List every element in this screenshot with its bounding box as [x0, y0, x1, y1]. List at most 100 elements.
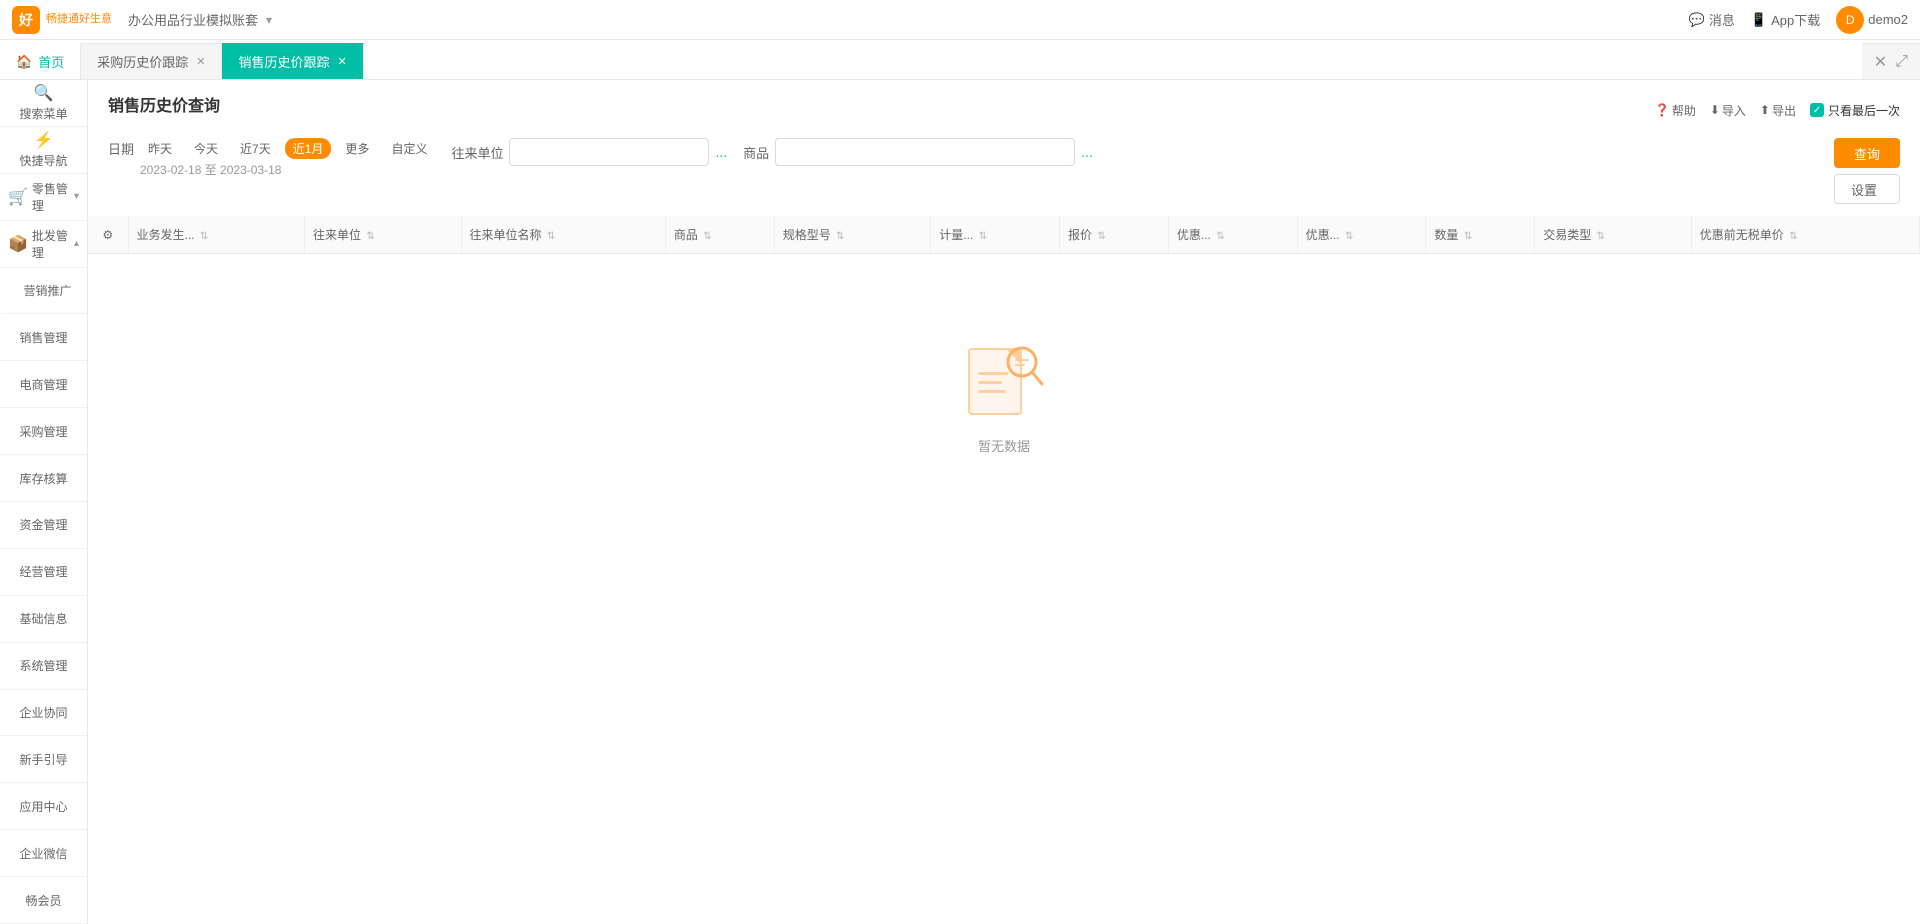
tab-purchase-history[interactable]: 采购历史价跟踪 ✕: [81, 43, 222, 79]
goods-filter-group: 商品 ...: [743, 138, 1093, 166]
th-pre-tax-price[interactable]: 优惠前无税单价 ⇅: [1691, 216, 1919, 254]
date-btn-1month[interactable]: 近1月: [285, 138, 332, 159]
filter-row: 日期 昨天 今天 近7天 近1月 更多 自定义 2023-02-18 至 202…: [108, 138, 1900, 216]
sort-unit-icon: ⇅: [979, 231, 987, 242]
th-quote[interactable]: 报价 ⇅: [1060, 216, 1169, 254]
settings-button[interactable]: 设置: [1834, 174, 1900, 204]
th-discount1[interactable]: 优惠... ⇅: [1168, 216, 1297, 254]
retail-mgmt-icon: 🛒: [8, 187, 28, 207]
close-sales-tab-icon[interactable]: ✕: [337, 55, 346, 68]
empty-illustration: [954, 334, 1054, 424]
sort-quote-icon: ⇅: [1097, 231, 1105, 242]
date-btn-yesterday[interactable]: 昨天: [140, 138, 180, 159]
sidebar-item-marketing[interactable]: 营销推广: [0, 268, 87, 315]
empty-text: 暂无数据: [978, 436, 1030, 455]
sidebar-item-member[interactable]: 畅会员: [0, 877, 87, 924]
data-table: ⚙ 业务发生... ⇅ 往来单位 ⇅ 往来单位名称: [88, 216, 1920, 254]
export-button[interactable]: ⬆ 导出: [1760, 102, 1796, 119]
th-biz-date[interactable]: 业务发生... ⇅: [128, 216, 304, 254]
goods-select-icon[interactable]: ...: [1081, 144, 1093, 160]
export-icon: ⬆: [1760, 103, 1770, 117]
th-partner-code[interactable]: 往来单位 ⇅: [304, 216, 461, 254]
date-btn-today[interactable]: 今天: [186, 138, 226, 159]
settings-icon[interactable]: ⚙: [102, 228, 113, 242]
app-download-button[interactable]: 📱 App下载: [1751, 10, 1820, 29]
tabbar: 🏠 首页 采购历史价跟踪 ✕ 销售历史价跟踪 ✕ ✕ ⤢: [0, 40, 1920, 80]
tab-sales-history[interactable]: 销售历史价跟踪 ✕: [222, 43, 363, 79]
sidebar-item-operations[interactable]: 经营管理: [0, 549, 87, 596]
search-menu-icon: 🔍: [34, 83, 54, 103]
goods-input[interactable]: [775, 138, 1075, 166]
download-icon: 📱: [1751, 12, 1767, 28]
sort-partner-name-icon: ⇅: [547, 231, 555, 242]
date-range-display: 2023-02-18 至 2023-03-18: [108, 161, 435, 178]
page-title: 销售历史价查询: [108, 92, 220, 116]
sidebar-item-wholesale-mgmt[interactable]: 📦 批发管理 ▴: [0, 221, 87, 268]
help-button[interactable]: ❓ 帮助: [1655, 102, 1696, 119]
main-layout: 🔍 搜索菜单 ⚡ 快捷导航 🛒 零售管理 ▾ 📦 批发管理 ▴ 营销推广 销售管…: [0, 80, 1920, 924]
logo-area: 好 畅捷通好生意: [12, 6, 112, 34]
sidebar-item-finance[interactable]: 资金管理: [0, 502, 87, 549]
page-header-actions: ❓ 帮助 ⬇ 导入 ⬆ 导出 ✓ 只看最后一次: [1655, 102, 1900, 119]
sort-discount1-icon: ⇅: [1216, 231, 1224, 242]
sidebar-item-system[interactable]: 系统管理: [0, 643, 87, 690]
date-btn-custom[interactable]: 自定义: [383, 138, 435, 159]
quick-nav-icon: ⚡: [34, 130, 54, 150]
sidebar: 🔍 搜索菜单 ⚡ 快捷导航 🛒 零售管理 ▾ 📦 批发管理 ▴ 营销推广 销售管…: [0, 80, 88, 924]
import-button[interactable]: ⬇ 导入: [1710, 102, 1746, 119]
dropdown-icon[interactable]: ▾: [266, 13, 272, 27]
sidebar-item-quick-nav[interactable]: ⚡ 快捷导航: [0, 127, 87, 174]
only-last-checkbox[interactable]: ✓: [1810, 103, 1824, 117]
topbar-left: 好 畅捷通好生意 办公用品行业模拟账套 ▾: [12, 6, 272, 34]
date-btn-more[interactable]: 更多: [337, 138, 377, 159]
partner-input[interactable]: [509, 138, 709, 166]
sidebar-item-search-menu[interactable]: 🔍 搜索菜单: [0, 80, 87, 127]
avatar: D: [1836, 6, 1864, 34]
sidebar-item-purchase-mgmt[interactable]: 采购管理: [0, 408, 87, 455]
sidebar-item-retail-mgmt[interactable]: 🛒 零售管理 ▾: [0, 174, 87, 221]
sort-biz-date-icon: ⇅: [200, 231, 208, 242]
table-header-row: ⚙ 业务发生... ⇅ 往来单位 ⇅ 往来单位名称: [88, 216, 1920, 254]
topbar: 好 畅捷通好生意 办公用品行业模拟账套 ▾ 💬 消息 📱 App下载 D dem…: [0, 0, 1920, 40]
sidebar-item-inventory[interactable]: 库存核算: [0, 455, 87, 502]
home-icon: 🏠: [16, 54, 32, 70]
content-area: 销售历史价查询 ❓ 帮助 ⬇ 导入 ⬆ 导出 ✓: [88, 80, 1920, 924]
close-purchase-tab-icon[interactable]: ✕: [196, 55, 205, 68]
help-icon: ❓: [1655, 103, 1670, 117]
sidebar-item-ecommerce[interactable]: 电商管理: [0, 361, 87, 408]
content-body: ⚙ 业务发生... ⇅ 往来单位 ⇅ 往来单位名称: [88, 216, 1920, 924]
sidebar-item-sales-mgmt[interactable]: 销售管理: [0, 314, 87, 361]
date-filter-group: 日期 昨天 今天 近7天 近1月 更多 自定义 2023-02-18 至 202…: [108, 138, 435, 178]
sidebar-item-basic-info[interactable]: 基础信息: [0, 596, 87, 643]
action-buttons: 查询 设置: [1834, 138, 1900, 204]
message-button[interactable]: 💬 消息: [1689, 10, 1735, 29]
tab-actions: ✕ ⤢: [1862, 43, 1920, 79]
th-unit[interactable]: 计量... ⇅: [931, 216, 1060, 254]
only-last-checkbox-wrap[interactable]: ✓ 只看最后一次: [1810, 102, 1900, 119]
date-btn-7days[interactable]: 近7天: [232, 138, 279, 159]
logo-icon: 好: [12, 6, 40, 34]
wholesale-arrow-icon: ▴: [74, 238, 79, 249]
page-title-row: 销售历史价查询 ❓ 帮助 ⬇ 导入 ⬆ 导出 ✓: [108, 92, 1900, 128]
query-button[interactable]: 查询: [1834, 138, 1900, 168]
sort-trade-type-icon: ⇅: [1597, 231, 1605, 242]
th-qty[interactable]: 数量 ⇅: [1426, 216, 1535, 254]
sidebar-item-wechat[interactable]: 企业微信: [0, 830, 87, 877]
th-trade-type[interactable]: 交易类型 ⇅: [1535, 216, 1692, 254]
sidebar-item-enterprise[interactable]: 企业协同: [0, 690, 87, 737]
close-window-button[interactable]: ✕: [1874, 52, 1887, 72]
user-avatar-button[interactable]: D demo2: [1836, 6, 1908, 34]
tab-home[interactable]: 🏠 首页: [0, 43, 81, 79]
sort-goods-icon: ⇅: [703, 231, 711, 242]
th-partner-name[interactable]: 往来单位名称 ⇅: [461, 216, 665, 254]
sidebar-item-guide[interactable]: 新手引导: [0, 736, 87, 783]
sort-partner-code-icon: ⇅: [366, 231, 374, 242]
partner-select-icon[interactable]: ...: [715, 144, 727, 160]
th-goods[interactable]: 商品 ⇅: [665, 216, 774, 254]
maximize-window-button[interactable]: ⤢: [1895, 53, 1908, 71]
wholesale-mgmt-icon: 📦: [8, 234, 28, 254]
sidebar-item-app-center[interactable]: 应用中心: [0, 783, 87, 830]
th-discount2[interactable]: 优惠... ⇅: [1297, 216, 1426, 254]
th-spec[interactable]: 规格型号 ⇅: [774, 216, 931, 254]
app-title: 办公用品行业模拟账套: [128, 10, 258, 29]
